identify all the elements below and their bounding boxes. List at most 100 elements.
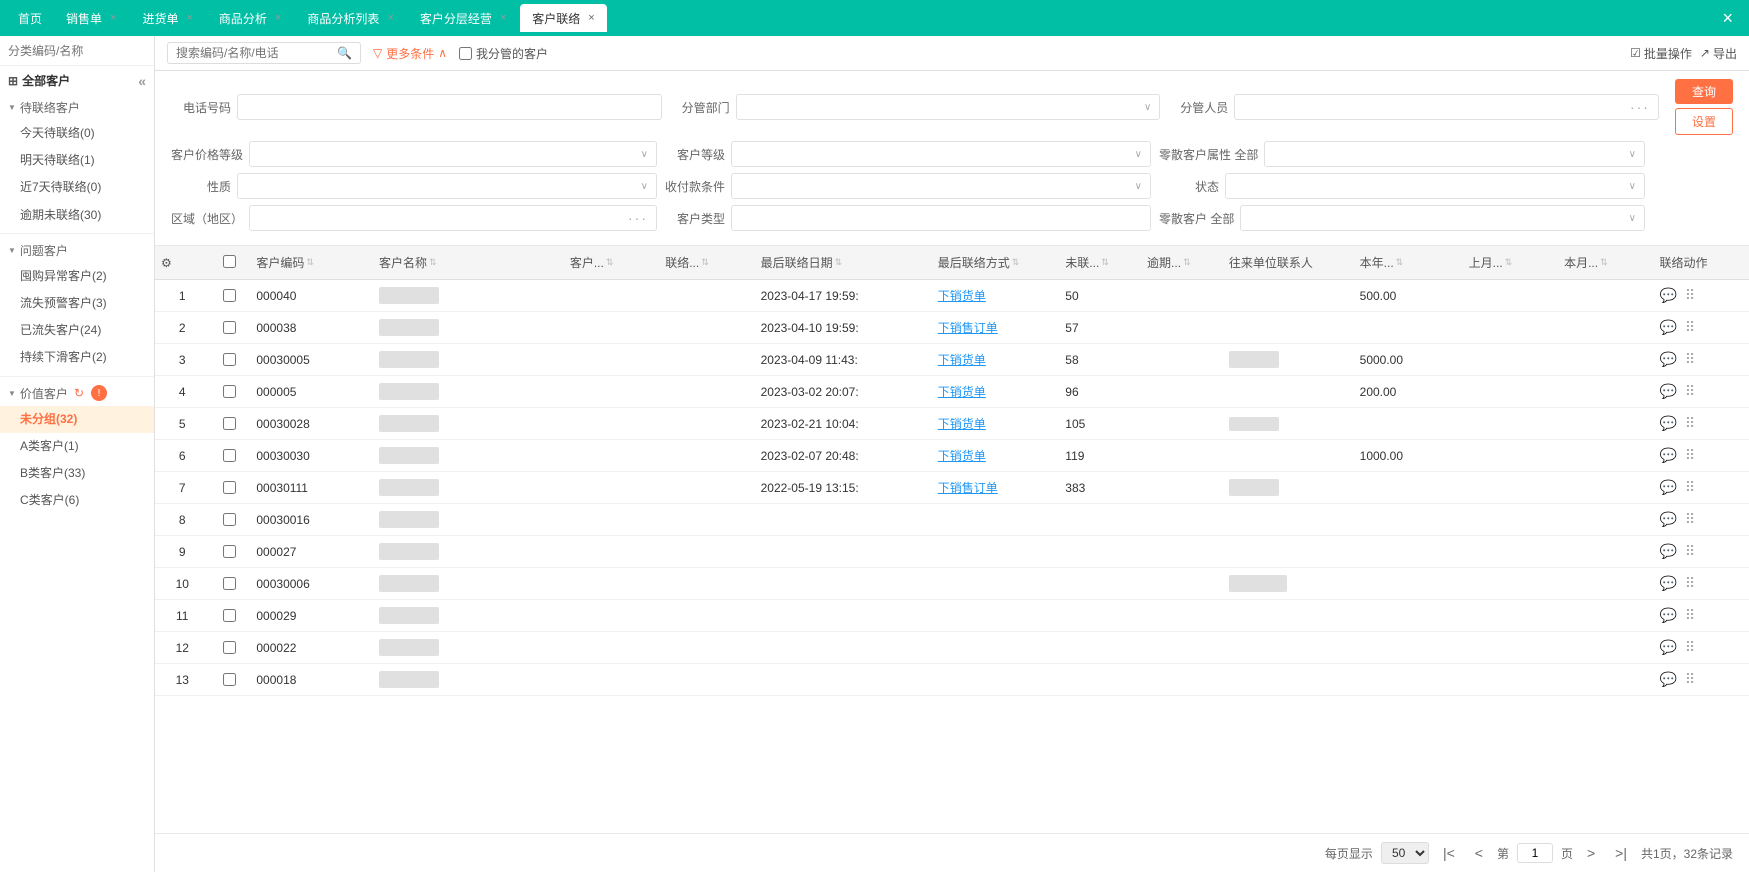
tab-customer-contact-close[interactable]: × <box>588 12 594 24</box>
tab-sales-close[interactable]: × <box>110 12 116 24</box>
window-close-button[interactable]: × <box>1714 8 1741 28</box>
row-checkbox[interactable] <box>223 385 236 398</box>
nav-tab-sales[interactable]: 销售单 × <box>54 4 128 32</box>
status-select[interactable]: ∨ <box>1225 173 1645 199</box>
th-partner[interactable]: 往来单位联系人 <box>1223 246 1354 280</box>
sidebar-collapse-button[interactable]: « <box>138 73 146 89</box>
sidebar-item-churn-warning[interactable]: 流失预警客户(3) <box>0 290 154 317</box>
contact-icon[interactable]: 💬 <box>1659 351 1676 368</box>
last-way-link[interactable]: 下销货单 <box>938 385 986 399</box>
sidebar-item-hoarding[interactable]: 囤购异常客户(2) <box>0 263 154 290</box>
last-way-link[interactable]: 下销货单 <box>938 417 986 431</box>
last-way-link[interactable]: 下销货单 <box>938 289 986 303</box>
nav-tab-customer-tier[interactable]: 客户分层经营 × <box>408 4 518 32</box>
sidebar-item-overdue[interactable]: 逾期未联络(30) <box>0 202 154 229</box>
contact-icon[interactable]: 💬 <box>1659 607 1676 624</box>
cell-last-way[interactable]: 下销货单 <box>932 280 1060 312</box>
more-action-icon[interactable]: ⠿ <box>1685 543 1695 560</box>
page-size-select[interactable]: 50 <box>1381 842 1429 864</box>
manager-input[interactable]: ··· <box>1234 94 1659 120</box>
cell-check[interactable] <box>210 632 251 664</box>
sidebar-group-pending[interactable]: ▼ 待联络客户 <box>0 95 154 120</box>
cell-check[interactable] <box>210 280 251 312</box>
row-checkbox[interactable] <box>223 609 236 622</box>
more-action-icon[interactable]: ⠿ <box>1685 287 1695 304</box>
last-way-link[interactable]: 下销货单 <box>938 449 986 463</box>
row-checkbox[interactable] <box>223 577 236 590</box>
th-this-year[interactable]: 本年... ⇅ <box>1354 246 1463 280</box>
cell-check[interactable] <box>210 664 251 696</box>
prev-page-btn[interactable]: < <box>1469 843 1489 863</box>
cell-check[interactable] <box>210 440 251 472</box>
main-search-input[interactable] <box>176 46 331 60</box>
th-last-way[interactable]: 最后联络方式 ⇅ <box>932 246 1060 280</box>
th-code[interactable]: 客户编码 ⇅ <box>250 246 373 280</box>
contact-icon[interactable]: 💬 <box>1659 319 1676 336</box>
sidebar-item-declining[interactable]: 持续下滑客户(2) <box>0 344 154 371</box>
next-page-btn[interactable]: > <box>1581 843 1601 863</box>
price-level-select[interactable]: ∨ <box>249 141 657 167</box>
more-action-icon[interactable]: ⠿ <box>1685 671 1695 688</box>
cell-check[interactable] <box>210 408 251 440</box>
nav-tab-purchase[interactable]: 进货单 × <box>130 4 204 32</box>
cell-last-way[interactable]: 下销售订单 <box>932 472 1060 504</box>
refresh-icon[interactable]: ↻ <box>74 386 84 400</box>
row-checkbox[interactable] <box>223 481 236 494</box>
sidebar-all-customers[interactable]: ⊞ 全部客户 « <box>0 66 154 95</box>
row-checkbox[interactable] <box>223 545 236 558</box>
sidebar-search-input[interactable] <box>8 44 155 58</box>
cell-last-way[interactable]: 下销货单 <box>932 376 1060 408</box>
row-checkbox[interactable] <box>223 321 236 334</box>
nature-select[interactable]: ∨ <box>237 173 657 199</box>
th-this-month[interactable]: 本月... ⇅ <box>1558 246 1653 280</box>
row-checkbox[interactable] <box>223 641 236 654</box>
phone-input[interactable] <box>237 94 662 120</box>
tab-analysis-close[interactable]: × <box>275 12 281 24</box>
more-action-icon[interactable]: ⠿ <box>1685 607 1695 624</box>
my-customers-checkbox[interactable] <box>459 47 472 60</box>
sidebar-item-ungrouped[interactable]: 未分组(32) <box>0 406 154 433</box>
nav-home[interactable]: 首页 <box>8 4 52 32</box>
contact-icon[interactable]: 💬 <box>1659 575 1676 592</box>
th-date[interactable]: 最后联络日期 ⇅ <box>755 246 932 280</box>
last-way-link[interactable]: 下销货单 <box>938 353 986 367</box>
more-action-icon[interactable]: ⠿ <box>1685 383 1695 400</box>
nav-tab-analysis-list[interactable]: 商品分析列表 × <box>295 4 405 32</box>
sidebar-item-tomorrow[interactable]: 明天待联络(1) <box>0 147 154 174</box>
batch-ops-button[interactable]: ☑ 批量操作 <box>1630 45 1692 62</box>
sidebar-item-class-b[interactable]: B类客户(33) <box>0 460 154 487</box>
row-checkbox[interactable] <box>223 289 236 302</box>
cell-check[interactable] <box>210 376 251 408</box>
cell-last-way[interactable]: 下销售订单 <box>932 312 1060 344</box>
contact-icon[interactable]: 💬 <box>1659 639 1676 656</box>
sidebar-group-problem[interactable]: ▼ 问题客户 <box>0 238 154 263</box>
contact-icon[interactable]: 💬 <box>1659 415 1676 432</box>
cell-last-way[interactable]: 下销货单 <box>932 440 1060 472</box>
cell-check[interactable] <box>210 536 251 568</box>
row-checkbox[interactable] <box>223 513 236 526</box>
cell-last-way[interactable]: 下销货单 <box>932 344 1060 376</box>
more-action-icon[interactable]: ⠿ <box>1685 511 1695 528</box>
more-action-icon[interactable]: ⠿ <box>1685 479 1695 496</box>
contact-icon[interactable]: 💬 <box>1659 671 1676 688</box>
query-button[interactable]: 查询 <box>1675 79 1733 104</box>
row-checkbox[interactable] <box>223 673 236 686</box>
cell-check[interactable] <box>210 344 251 376</box>
page-input[interactable] <box>1517 843 1553 863</box>
first-page-btn[interactable]: |< <box>1437 843 1461 863</box>
sidebar-item-class-a[interactable]: A类客户(1) <box>0 433 154 460</box>
customer-level-select[interactable]: ∨ <box>731 141 1151 167</box>
th-contact[interactable]: 联络... ⇅ <box>659 246 754 280</box>
more-action-icon[interactable]: ⠿ <box>1685 415 1695 432</box>
retail-attr-select[interactable]: ∨ <box>1264 141 1645 167</box>
last-way-link[interactable]: 下销售订单 <box>938 321 998 335</box>
more-action-icon[interactable]: ⠿ <box>1685 351 1695 368</box>
export-button[interactable]: ↗ 导出 <box>1700 45 1737 62</box>
more-action-icon[interactable]: ⠿ <box>1685 639 1695 656</box>
tab-analysis-list-close[interactable]: × <box>387 12 393 24</box>
payment-select[interactable]: ∨ <box>731 173 1151 199</box>
th-overdue[interactable]: 逾期... ⇅ <box>1141 246 1223 280</box>
tab-customer-tier-close[interactable]: × <box>500 12 506 24</box>
select-all-checkbox[interactable] <box>223 255 236 268</box>
dept-select[interactable]: ∨ <box>736 94 1161 120</box>
